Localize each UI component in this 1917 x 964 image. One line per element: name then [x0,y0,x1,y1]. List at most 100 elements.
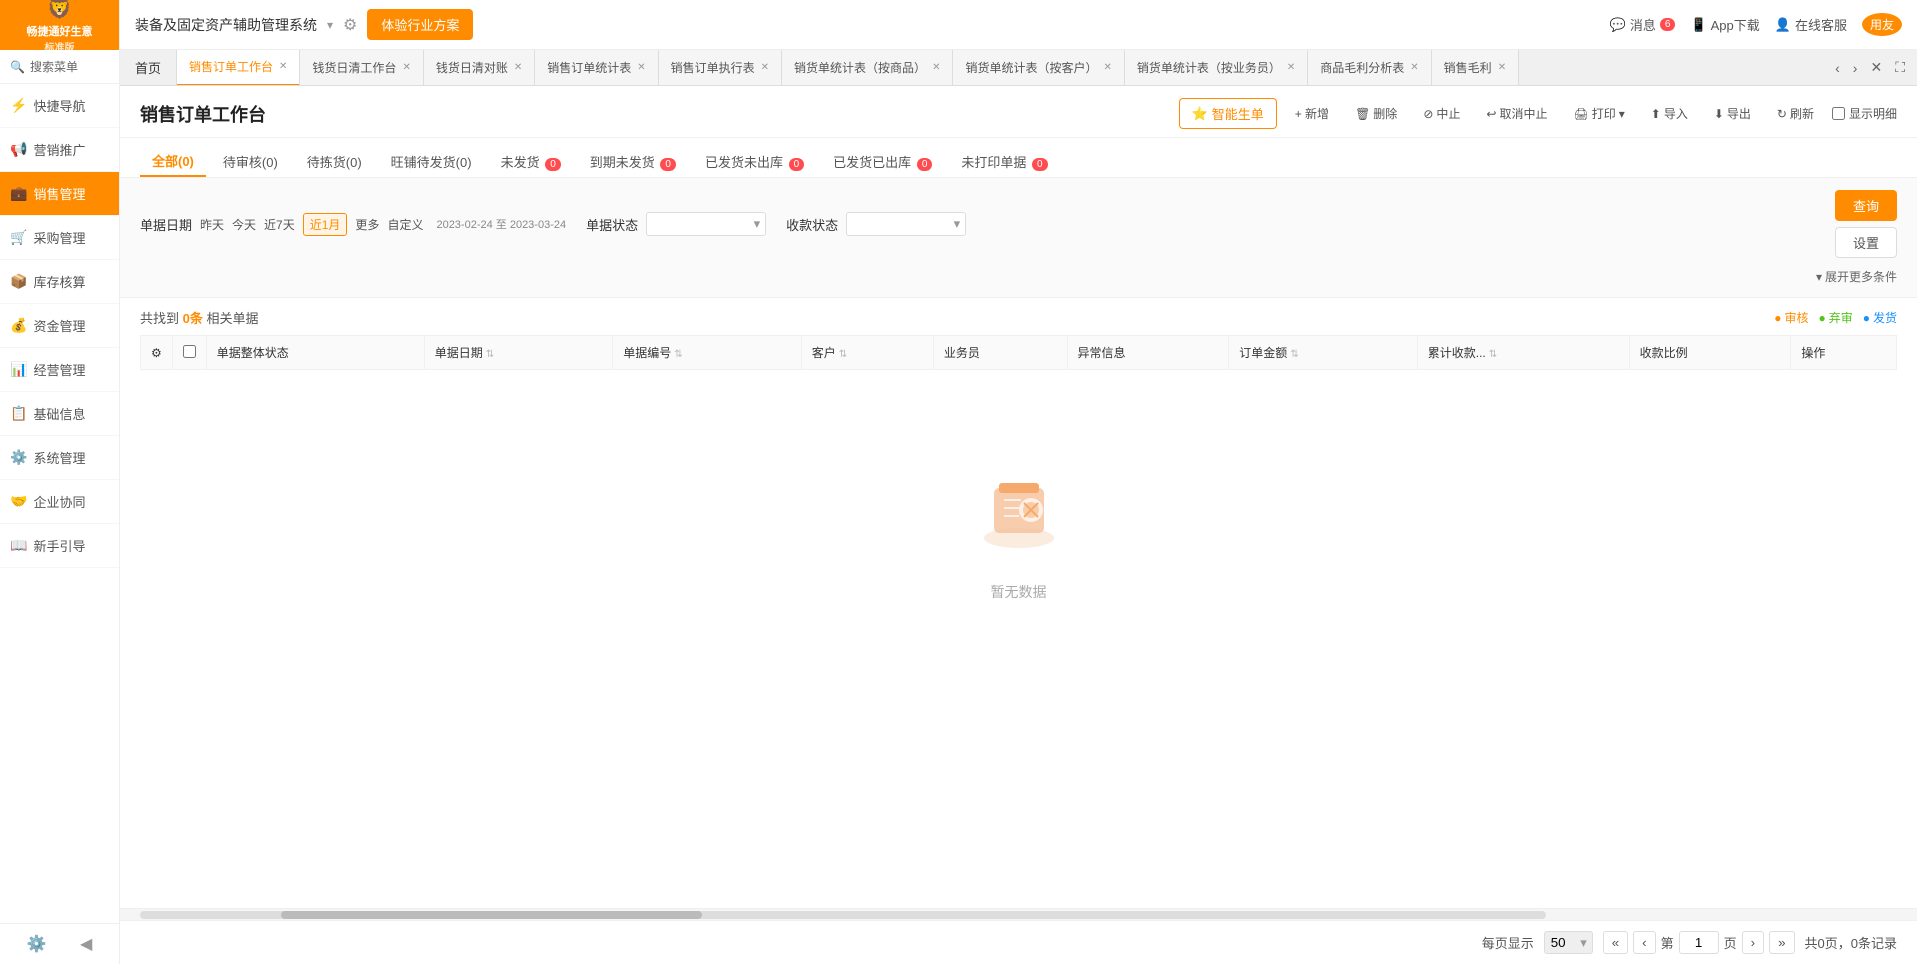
tab-close-icon[interactable]: ✕ [637,62,645,73]
tab-home[interactable]: 首页 [120,50,177,86]
tab-sales-order-exec[interactable]: 销售订单执行表 ✕ [659,50,782,86]
sidebar-item-sales[interactable]: 💼 销售管理 [0,172,119,216]
tab-close-icon[interactable]: ✕ [1103,62,1111,73]
ship-action-button[interactable]: ● 发货 [1863,309,1897,326]
online-service-button[interactable]: 👤 在线客服 [1775,15,1847,34]
sidebar-item-label: 销售管理 [33,184,85,203]
tab-sales-stats-product[interactable]: 销货单统计表（按商品） ✕ [782,50,953,86]
message-button[interactable]: 💬 消息 6 [1610,15,1676,34]
status-select[interactable] [646,212,766,236]
sidebar-item-enterprise[interactable]: 🤝 企业协同 [0,480,119,524]
page-first-button[interactable]: « [1603,931,1628,954]
tab-cash-daily-reconcile[interactable]: 钱货日清对账 ✕ [424,50,535,86]
tab-close-icon[interactable]: ✕ [1287,62,1295,73]
sidebar-item-finance[interactable]: 💰 资金管理 [0,304,119,348]
tab-close-icon[interactable]: ✕ [761,62,769,73]
print-button[interactable]: 🖨 打印 ▾ [1565,101,1632,126]
sub-tab-pending-audit[interactable]: 待审核(0) [211,147,290,176]
col-cumulative[interactable]: 累计收款...⇅ [1417,336,1629,370]
date-shortcut-7days[interactable]: 近7天 [264,216,295,233]
date-shortcut-1month[interactable]: 近1月 [303,213,348,236]
tab-gross-margin[interactable]: 商品毛利分析表 ✕ [1308,50,1431,86]
col-number[interactable]: 单据编号⇅ [613,336,801,370]
smart-create-button[interactable]: ⭐ 智能生单 [1179,98,1277,129]
sidebar-collapse-icon[interactable]: ◀ [80,934,92,954]
per-page-select[interactable]: 50 100 200 [1544,931,1593,954]
date-shortcut-today[interactable]: 今天 [232,216,256,233]
tab-close-icon[interactable]: ✕ [514,62,522,73]
sub-tab-not-shipped[interactable]: 未发货 0 [489,147,573,176]
payment-select[interactable] [846,212,966,236]
sidebar-settings-icon[interactable]: ⚙️ [27,934,47,954]
sidebar-item-marketing[interactable]: 📢 营销推广 [0,128,119,172]
main-area: 装备及固定资产辅助管理系统 ▾ ⚙ 体验行业方案 💬 消息 6 📱 App下载 … [120,0,1917,964]
app-download-button[interactable]: 📱 App下载 [1690,15,1759,34]
col-customer[interactable]: 客户⇅ [801,336,933,370]
tab-sales-stats-customer[interactable]: 销货单统计表（按客户） ✕ [953,50,1124,86]
sidebar-item-quick-nav[interactable]: ⚡ 快捷导航 [0,84,119,128]
col-date[interactable]: 单据日期⇅ [424,336,612,370]
sub-tab-shipped-not-out[interactable]: 已发货未出库 0 [693,147,816,176]
tab-prev-button[interactable]: ‹ [1831,58,1844,78]
tab-sales-order-stats[interactable]: 销售订单统计表 ✕ [535,50,658,86]
date-shortcut-more[interactable]: 更多 [355,216,379,233]
tab-sales-order-workbench[interactable]: 销售订单工作台 ✕ [177,50,300,86]
scrollbar-area[interactable] [120,908,1917,920]
audit-action-button[interactable]: ● 审核 [1774,309,1808,326]
header-dropdown-icon[interactable]: ▾ [327,18,333,32]
delete-button[interactable]: 🗑 删除 [1347,101,1405,126]
data-table: ⚙ 单据整体状态 单据日期⇅ 单据编号⇅ [140,335,1897,690]
query-button[interactable]: 查询 [1835,190,1897,221]
user-avatar-button[interactable]: 用友 [1862,13,1902,36]
sub-tab-not-printed[interactable]: 未打印单据 0 [949,147,1059,176]
tab-close-icon[interactable]: ✕ [1410,62,1418,73]
tab-close-icon[interactable]: ✕ [279,61,287,72]
tab-maximize-button[interactable]: ⛶ [1891,57,1909,78]
industry-solution-button[interactable]: 体验行业方案 [367,9,473,40]
sidebar-item-purchase[interactable]: 🛒 采购管理 [0,216,119,260]
expand-conditions-button[interactable]: ▾ 展开更多条件 [1816,268,1897,285]
col-amount[interactable]: 订单金额⇅ [1229,336,1417,370]
sidebar-item-inventory[interactable]: 📦 库存核算 [0,260,119,304]
cancel-stop-button[interactable]: ↩ 取消中止 [1478,101,1555,126]
sidebar-item-system[interactable]: ⚙️ 系统管理 [0,436,119,480]
sidebar-search[interactable]: 🔍 搜索菜单 [0,50,119,84]
col-salesman[interactable]: 业务员 [933,336,1067,370]
stop-button[interactable]: ⊘ 中止 [1415,101,1468,126]
tab-close-icon[interactable]: ✕ [402,62,410,73]
sub-tab-shop-pending-ship[interactable]: 旺铺待发货(0) [379,147,484,176]
header-settings-icon[interactable]: ⚙ [343,15,357,35]
refresh-button[interactable]: ↻ 刷新 [1769,101,1822,126]
date-shortcut-custom[interactable]: 自定义 [387,216,423,233]
sidebar-item-guide[interactable]: 📖 新手引导 [0,524,119,568]
show-detail-checkbox[interactable] [1832,107,1845,120]
add-button[interactable]: + 新增 [1287,101,1337,126]
revoke-action-button[interactable]: ● 弃审 [1818,309,1852,326]
sub-tab-all[interactable]: 全部(0) [140,146,206,177]
tab-next-button[interactable]: › [1849,58,1862,78]
page-next-button[interactable]: › [1742,931,1764,954]
set-button[interactable]: 设置 [1835,227,1897,258]
sidebar-item-operation[interactable]: 📊 经营管理 [0,348,119,392]
page-last-button[interactable]: » [1769,931,1794,954]
import-button[interactable]: ⬆ 导入 [1643,101,1696,126]
tab-sales-stats-salesman[interactable]: 销货单统计表（按业务员） ✕ [1125,50,1308,86]
select-all-checkbox[interactable] [183,345,196,358]
table-settings-col[interactable]: ⚙ [141,336,173,370]
tab-cash-daily-workbench[interactable]: 钱货日清工作台 ✕ [300,50,423,86]
sub-tab-shipped-out[interactable]: 已发货已出库 0 [821,147,944,176]
sidebar-item-basic[interactable]: 📋 基础信息 [0,392,119,436]
page-number-input[interactable] [1679,931,1719,954]
page-prev-button[interactable]: ‹ [1633,931,1655,954]
sidebar-bottom: ⚙️ ◀ [0,923,119,964]
h-scrollbar[interactable] [140,911,1546,919]
export-button[interactable]: ⬇ 导出 [1706,101,1759,126]
tab-close-all-button[interactable]: ✕ [1866,57,1886,78]
tab-sales-gross[interactable]: 销售毛利 ✕ [1432,50,1519,86]
tab-close-icon[interactable]: ✕ [932,62,940,73]
sub-tab-overdue-ship[interactable]: 到期未发货 0 [578,147,688,176]
date-shortcut-yesterday[interactable]: 昨天 [200,216,224,233]
tab-close-icon[interactable]: ✕ [1498,62,1506,73]
h-scrollbar-thumb[interactable] [281,911,703,919]
sub-tab-pending-pick[interactable]: 待拣货(0) [295,147,374,176]
